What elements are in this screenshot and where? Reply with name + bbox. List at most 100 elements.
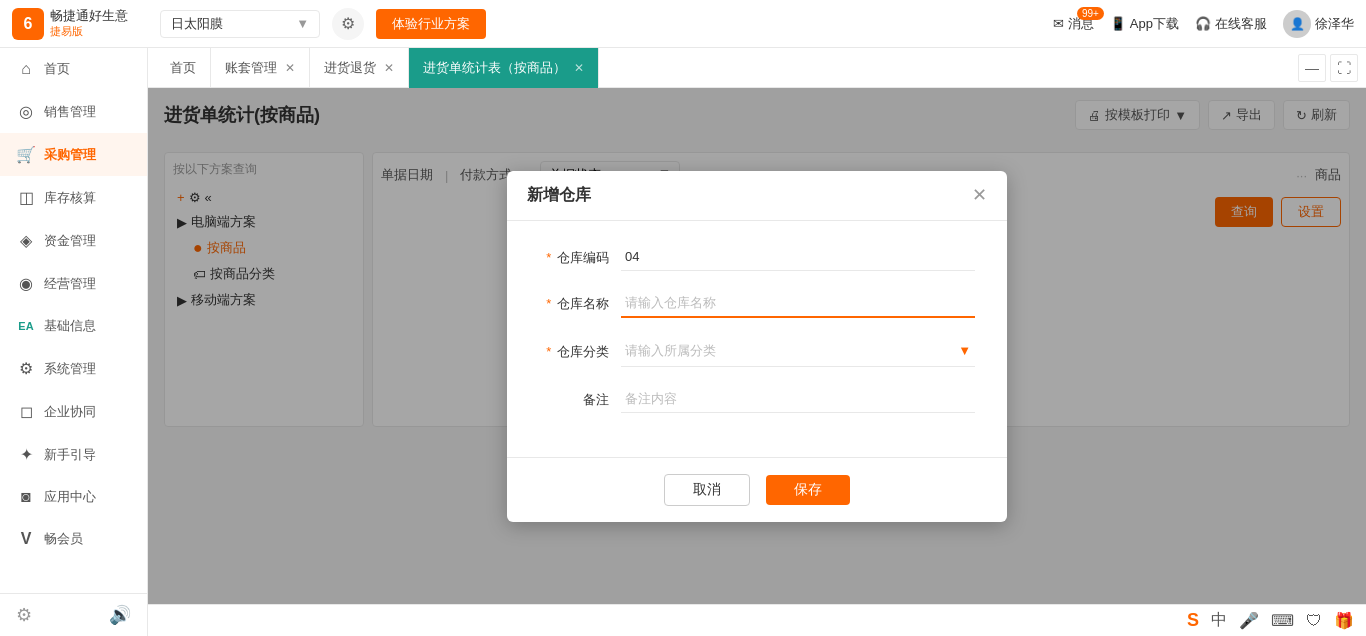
messages-button[interactable]: ✉ 消息 99+: [1053, 15, 1094, 33]
name-label: * 仓库名称: [539, 295, 609, 313]
avatar-icon: 👤: [1290, 17, 1305, 31]
sidebar-item-inventory[interactable]: ◫ 库存核算: [0, 176, 147, 219]
tab-bar: 首页 账套管理 ✕ 进货退货 ✕ 进货单统计表（按商品） ✕ — ⛶: [148, 48, 1366, 88]
sidebar-item-system[interactable]: ⚙ 系统管理: [0, 347, 147, 390]
mic-icon[interactable]: 🎤: [1239, 611, 1259, 630]
tab-home[interactable]: 首页: [156, 48, 211, 88]
tab-max-button[interactable]: ⛶: [1330, 54, 1358, 82]
store-arrow: ▼: [296, 16, 309, 31]
shield-icon[interactable]: 🛡: [1306, 612, 1322, 630]
tab-purchase-stat-close[interactable]: ✕: [574, 61, 584, 75]
tab-purchase-stat[interactable]: 进货单统计表（按商品） ✕: [409, 48, 599, 88]
message-badge: 99+: [1077, 7, 1104, 20]
tab-purchase-return-close[interactable]: ✕: [384, 61, 394, 75]
cancel-button[interactable]: 取消: [664, 474, 750, 506]
name-input[interactable]: [621, 291, 975, 318]
sidebar-system-label: 系统管理: [44, 360, 96, 378]
remark-label: 备注: [539, 391, 609, 409]
category-select[interactable]: 请输入所属分类 ▼: [621, 338, 975, 367]
user-profile-button[interactable]: 👤 徐泽华: [1283, 10, 1354, 38]
sidebar: ⌂ 首页 ◎ 销售管理 🛒 采购管理 ◫ 库存核算 ◈ 资金管理 ◉ 经营管理 …: [0, 48, 148, 636]
modal-title: 新增仓库: [527, 185, 591, 206]
store-selector[interactable]: 日太阳膜 ▼: [160, 10, 320, 38]
chinese-lang-icon[interactable]: 中: [1211, 610, 1227, 631]
main-layout: ⌂ 首页 ◎ 销售管理 🛒 采购管理 ◫ 库存核算 ◈ 资金管理 ◉ 经营管理 …: [0, 48, 1366, 636]
tab-min-button[interactable]: —: [1298, 54, 1326, 82]
sidebar-enterprise-label: 企业协同: [44, 403, 96, 421]
store-name: 日太阳膜: [171, 15, 223, 33]
tab-accounts-close[interactable]: ✕: [285, 61, 295, 75]
sidebar-item-operation[interactable]: ◉ 经营管理: [0, 262, 147, 305]
top-right: ✉ 消息 99+ 📱 App下载 🎧 在线客服 👤 徐泽华: [1053, 10, 1354, 38]
category-placeholder: 请输入所属分类: [625, 342, 716, 360]
headset-icon: 🎧: [1195, 16, 1211, 31]
sidebar-finance-label: 资金管理: [44, 232, 96, 250]
app-download-label: App下载: [1130, 15, 1179, 33]
sidebar-item-purchase[interactable]: 🛒 采购管理: [0, 133, 147, 176]
required-star-code: *: [546, 250, 551, 265]
sidebar-item-sales[interactable]: ◎ 销售管理: [0, 90, 147, 133]
purchase-icon: 🛒: [16, 145, 36, 164]
tab-accounts[interactable]: 账套管理 ✕: [211, 48, 310, 88]
gift-icon[interactable]: 🎁: [1334, 611, 1354, 630]
sidebar-newguide-label: 新手引导: [44, 446, 96, 464]
mobile-icon: 📱: [1110, 16, 1126, 31]
settings-bottom-icon[interactable]: ⚙: [16, 604, 32, 626]
form-row-remark: 备注: [539, 387, 975, 413]
s-logo-icon: S: [1187, 610, 1199, 631]
bottom-bar: S 中 🎤 ⌨ 🛡 🎁: [148, 604, 1366, 636]
page-content: 进货单统计(按商品) 🖨 按模板打印 ▼ ↗ 导出 ↻ 刷新: [148, 88, 1366, 604]
sidebar-item-basic[interactable]: EA 基础信息: [0, 305, 147, 347]
tab-home-label: 首页: [170, 59, 196, 77]
finance-icon: ◈: [16, 231, 36, 250]
sidebar-appcenter-label: 应用中心: [44, 488, 96, 506]
top-bar: 6 畅捷通好生意 捷易版 日太阳膜 ▼ ⚙ 体验行业方案 ✉ 消息 99+ 📱 …: [0, 0, 1366, 48]
modal-close-button[interactable]: ✕: [972, 186, 987, 204]
modal-overlay: 新增仓库 ✕ * 仓库编码: [148, 88, 1366, 604]
tab-actions: — ⛶: [1298, 54, 1358, 82]
sidebar-item-vip[interactable]: V 畅会员: [0, 518, 147, 560]
required-star-category: *: [546, 344, 551, 359]
basic-icon: EA: [16, 320, 36, 332]
gear-button[interactable]: ⚙: [332, 8, 364, 40]
operation-icon: ◉: [16, 274, 36, 293]
tab-purchase-return-label: 进货退货: [324, 59, 376, 77]
code-label: * 仓库编码: [539, 249, 609, 267]
tab-purchase-stat-label: 进货单统计表（按商品）: [423, 59, 566, 77]
app-download-button[interactable]: 📱 App下载: [1110, 15, 1179, 33]
sidebar-vip-label: 畅会员: [44, 530, 83, 548]
enterprise-icon: ◻: [16, 402, 36, 421]
form-row-name: * 仓库名称: [539, 291, 975, 318]
required-star-name: *: [546, 296, 551, 311]
volume-icon[interactable]: 🔊: [109, 604, 131, 626]
modal-footer: 取消 保存: [507, 457, 1007, 522]
sidebar-home-label: 首页: [44, 60, 70, 78]
sidebar-operation-label: 经营管理: [44, 275, 96, 293]
message-icon: ✉: [1053, 16, 1064, 31]
tab-purchase-return[interactable]: 进货退货 ✕: [310, 48, 409, 88]
save-button[interactable]: 保存: [766, 475, 850, 505]
avatar: 👤: [1283, 10, 1311, 38]
modal-body: * 仓库编码 * 仓库名称: [507, 221, 1007, 457]
category-label: * 仓库分类: [539, 343, 609, 361]
logo-area: 6 畅捷通好生意 捷易版: [12, 8, 160, 40]
sidebar-item-newguide[interactable]: ✦ 新手引导: [0, 433, 147, 476]
logo-line1: 畅捷通好生意: [50, 8, 128, 25]
sidebar-item-enterprise[interactable]: ◻ 企业协同: [0, 390, 147, 433]
system-icon: ⚙: [16, 359, 36, 378]
sidebar-item-appcenter[interactable]: ◙ 应用中心: [0, 476, 147, 518]
online-service-button[interactable]: 🎧 在线客服: [1195, 15, 1267, 33]
tab-accounts-label: 账套管理: [225, 59, 277, 77]
sidebar-item-home[interactable]: ⌂ 首页: [0, 48, 147, 90]
sidebar-purchase-label: 采购管理: [44, 146, 96, 164]
online-service-label: 在线客服: [1215, 15, 1267, 33]
home-icon: ⌂: [16, 60, 36, 78]
remark-input[interactable]: [621, 387, 975, 413]
code-input[interactable]: [621, 245, 975, 271]
form-row-category: * 仓库分类 请输入所属分类 ▼: [539, 338, 975, 367]
keyboard-icon[interactable]: ⌨: [1271, 611, 1294, 630]
vip-icon: V: [16, 530, 36, 548]
newguide-icon: ✦: [16, 445, 36, 464]
trial-button[interactable]: 体验行业方案: [376, 9, 486, 39]
sidebar-item-finance[interactable]: ◈ 资金管理: [0, 219, 147, 262]
